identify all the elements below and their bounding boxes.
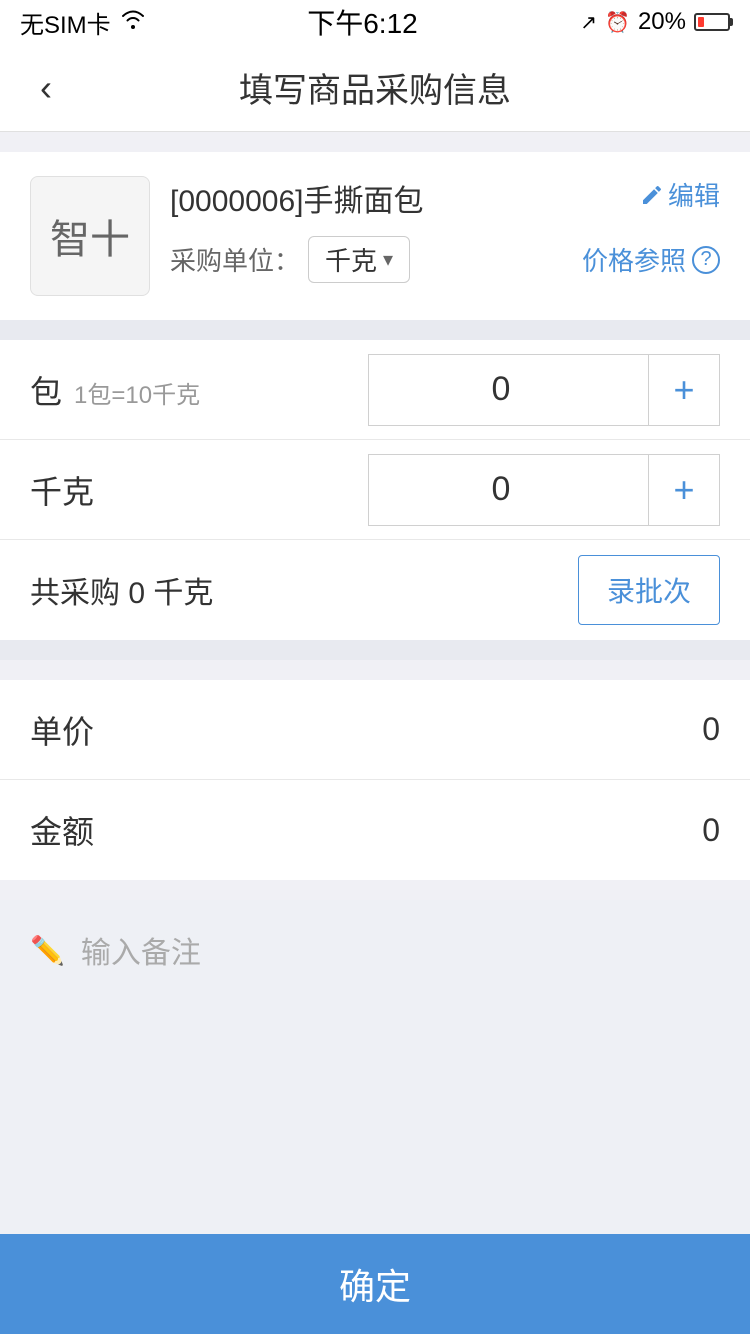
kg-label: 千克: [30, 467, 94, 513]
unit-price-label: 单价: [30, 707, 94, 753]
battery-percent: 20%: [638, 8, 686, 36]
product-unit-row: 采购单位： 千克 ▾ 价格参照 ?: [170, 236, 720, 283]
unit-price-value: 0: [702, 711, 720, 748]
bag-input-control: +: [368, 354, 720, 426]
carrier-label: 无SIM卡: [20, 5, 111, 40]
input-section: 包 1包=10千克 + 千克 +: [0, 340, 750, 540]
edit-button[interactable]: 编辑: [640, 176, 720, 213]
unit-label: 采购单位： 千克 ▾: [170, 236, 410, 283]
amount-row: 金额 0: [0, 780, 750, 880]
unit-select[interactable]: 千克 ▾: [308, 236, 410, 283]
product-logo: 智十: [50, 207, 130, 265]
bag-input-row: 包 1包=10千克 +: [0, 340, 750, 440]
product-thumbnail: 智十: [30, 176, 150, 296]
bag-label: 包 1包=10千克: [30, 367, 200, 413]
product-card: 智十 [0000006]手撕面包 编辑 采购单位： 千克 ▾ 价格参照 ?: [0, 152, 750, 320]
edit-label: 编辑: [668, 176, 720, 213]
unit-value: 千克: [325, 241, 377, 278]
remark-section[interactable]: ✏️ 输入备注: [0, 900, 750, 1000]
status-time: 下午6:12: [307, 2, 418, 42]
bag-plus-button[interactable]: +: [648, 354, 720, 426]
back-button[interactable]: ‹: [30, 57, 62, 119]
product-header: [0000006]手撕面包 编辑: [170, 176, 720, 220]
status-right: ↗ ⏰ 20%: [580, 8, 730, 36]
unit-price-row: 单价 0: [0, 680, 750, 780]
status-bar: 无SIM卡 下午6:12 ↗ ⏰ 20%: [0, 0, 750, 44]
battery-icon: [694, 13, 730, 31]
page-title: 填写商品采购信息: [239, 63, 511, 112]
kg-input-control: +: [368, 454, 720, 526]
price-ref-label: 价格参照: [582, 241, 686, 278]
nav-bar: ‹ 填写商品采购信息: [0, 44, 750, 132]
price-reference-button[interactable]: 价格参照 ?: [582, 241, 720, 278]
kg-plus-button[interactable]: +: [648, 454, 720, 526]
dropdown-icon: ▾: [383, 247, 393, 272]
bag-sub-label: 1包=10千克: [74, 375, 200, 410]
product-info: [0000006]手撕面包 编辑 采购单位： 千克 ▾ 价格参照 ?: [170, 176, 720, 283]
alarm-icon: ⏰: [605, 10, 630, 35]
kg-input-row: 千克 +: [0, 440, 750, 540]
kg-quantity-input[interactable]: [368, 454, 648, 526]
info-icon: ?: [692, 246, 720, 274]
summary-row: 共采购 0 千克 录批次: [0, 540, 750, 640]
section-divider-1: [0, 320, 750, 340]
bag-quantity-input[interactable]: [368, 354, 648, 426]
section-divider-2: [0, 640, 750, 660]
pencil-icon: ✏️: [30, 934, 65, 967]
confirm-button[interactable]: 确定: [0, 1234, 750, 1334]
batch-button[interactable]: 录批次: [578, 555, 720, 625]
location-icon: ↗: [580, 10, 597, 35]
amount-label: 金额: [30, 807, 94, 853]
status-left: 无SIM卡: [20, 5, 145, 40]
remark-placeholder: 输入备注: [81, 928, 201, 972]
summary-text: 共采购 0 千克: [30, 568, 213, 612]
product-name: [0000006]手撕面包: [170, 176, 423, 220]
wifi-icon: [121, 9, 145, 35]
price-section: 单价 0 金额 0: [0, 680, 750, 880]
amount-value: 0: [702, 812, 720, 849]
